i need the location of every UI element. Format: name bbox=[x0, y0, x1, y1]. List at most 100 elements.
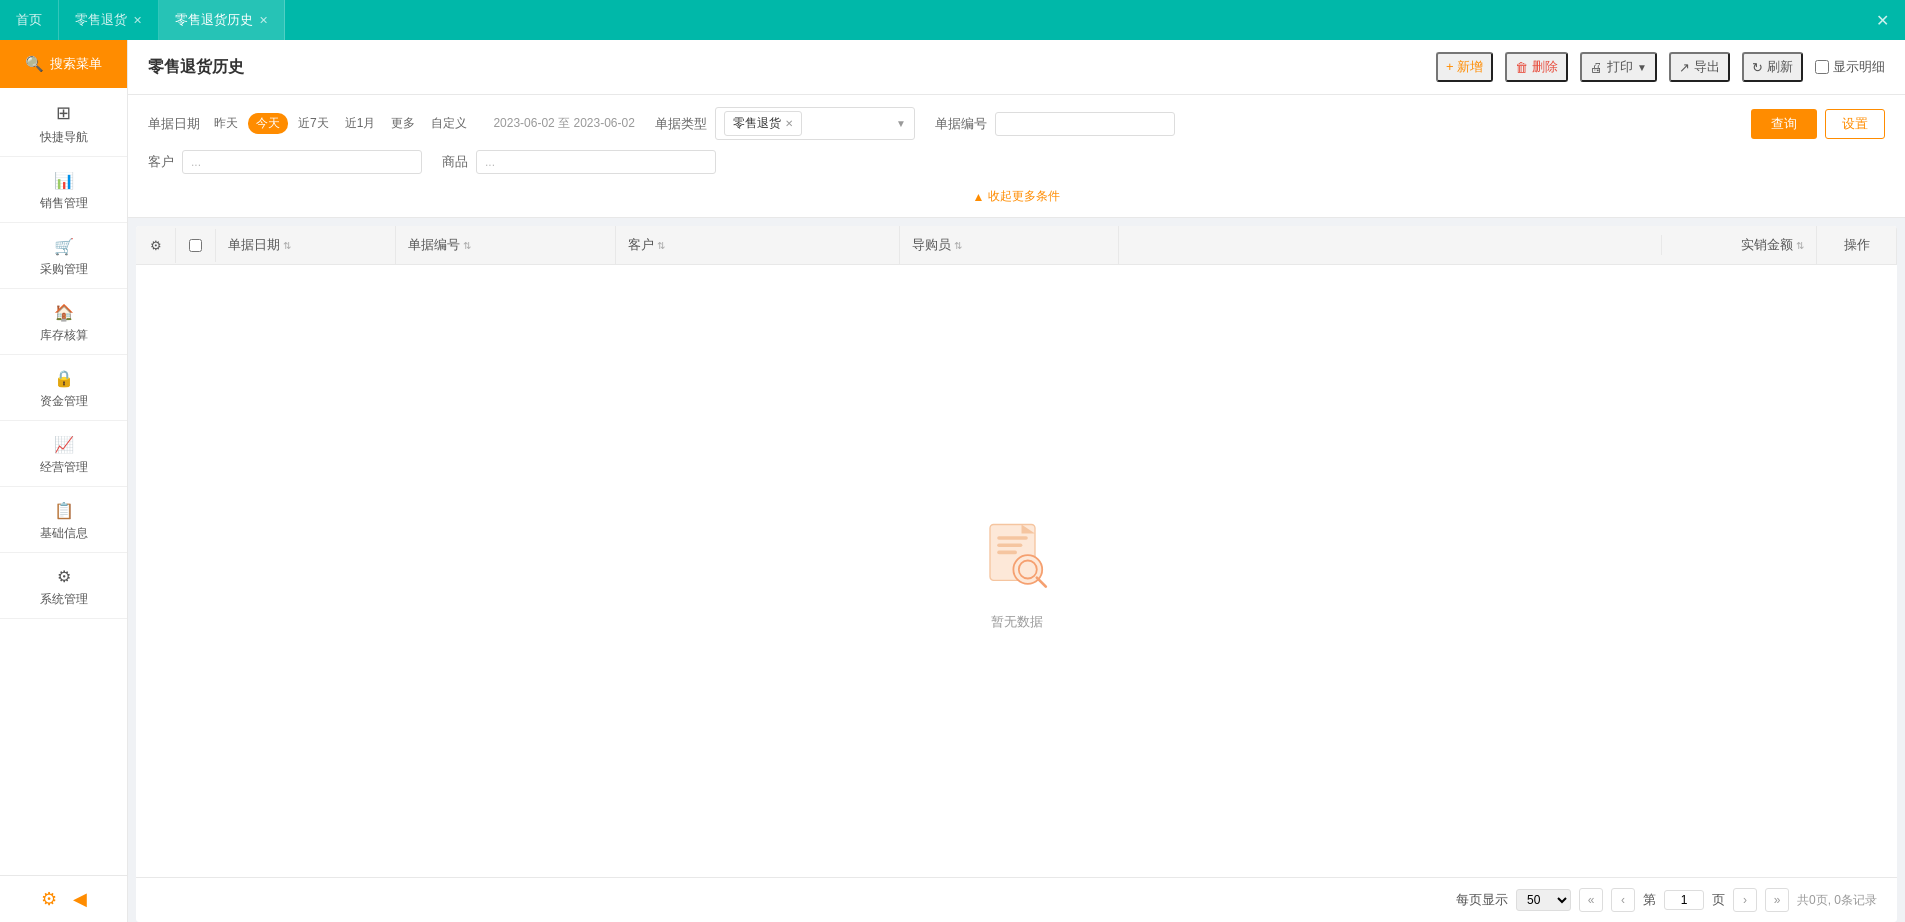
sidebar-search-label: 搜索菜单 bbox=[50, 55, 102, 73]
purchase-icon: 🛒 bbox=[54, 237, 74, 256]
header-actions: + 新增 🗑 删除 🖨 打印 ▼ ↗ 导出 ↻ 刷新 bbox=[1436, 52, 1885, 82]
th-number[interactable]: 单据编号 ⇅ bbox=[396, 226, 615, 264]
print-button[interactable]: 🖨 打印 ▼ bbox=[1580, 52, 1657, 82]
page-prefix: 第 bbox=[1643, 891, 1656, 909]
table-header: ⚙ 单据日期 ⇅ 单据编号 ⇅ 客户 ⇅ 导购员 bbox=[136, 226, 1897, 265]
th-action-label: 操作 bbox=[1844, 236, 1870, 254]
date-1month[interactable]: 近1月 bbox=[339, 113, 382, 134]
type-tag-value: 零售退货 bbox=[733, 115, 781, 132]
empty-illustration bbox=[972, 511, 1062, 601]
first-page-button[interactable]: « bbox=[1579, 888, 1603, 912]
page-title: 零售退货历史 bbox=[148, 57, 244, 78]
sidebar-item-quick-nav[interactable]: ⊞ 快捷导航 bbox=[0, 88, 127, 157]
svg-line-6 bbox=[1036, 578, 1045, 587]
setting-button[interactable]: 设置 bbox=[1825, 109, 1885, 139]
tab-return-history[interactable]: 零售退货历史 ✕ bbox=[159, 0, 285, 40]
system-icon: ⚙ bbox=[57, 567, 71, 586]
show-detail-label[interactable]: 显示明细 bbox=[1815, 58, 1885, 76]
next-page-button[interactable]: › bbox=[1733, 888, 1757, 912]
pagination-bar: 每页显示 50 10 20 100 « ‹ 第 页 › bbox=[136, 877, 1897, 922]
tab-return-label: 零售退货 bbox=[75, 11, 127, 29]
main-layout: 🔍 搜索菜单 ⊞ 快捷导航 📊 销售管理 🛒 采购管理 🏠 库存核算 🔒 资金管… bbox=[0, 40, 1905, 922]
tab-return-close[interactable]: ✕ bbox=[133, 14, 142, 27]
last-page-button[interactable]: » bbox=[1765, 888, 1789, 912]
tab-home[interactable]: 首页 bbox=[0, 0, 59, 40]
goods-filter-label: 商品 bbox=[442, 153, 468, 171]
prev-page-icon: ‹ bbox=[1621, 893, 1625, 907]
date-shortcuts: 昨天 今天 近7天 近1月 更多 自定义 bbox=[208, 113, 473, 134]
window-close-button[interactable]: ✕ bbox=[1860, 11, 1905, 30]
sidebar-collapse-icon[interactable]: ◀ bbox=[73, 888, 87, 910]
goods-filter-input[interactable] bbox=[476, 150, 716, 174]
operations-icon: 📈 bbox=[54, 435, 74, 454]
refresh-icon: ↻ bbox=[1752, 60, 1763, 75]
date-separator: 至 bbox=[558, 116, 573, 130]
show-detail-checkbox[interactable] bbox=[1815, 60, 1829, 74]
collapse-label: 收起更多条件 bbox=[988, 188, 1060, 205]
th-amount[interactable]: 实销金额 ⇅ bbox=[1662, 226, 1817, 264]
collapse-button[interactable]: ▲ 收起更多条件 bbox=[973, 188, 1061, 205]
tab-return[interactable]: 零售退货 ✕ bbox=[59, 0, 159, 40]
type-tag: 零售退货 ✕ bbox=[724, 111, 802, 136]
sidebar-item-inventory-label: 库存核算 bbox=[40, 327, 88, 344]
prev-page-button[interactable]: ‹ bbox=[1611, 888, 1635, 912]
sidebar-item-system[interactable]: ⚙ 系统管理 bbox=[0, 553, 127, 619]
th-settings[interactable]: ⚙ bbox=[136, 228, 176, 263]
page-number-input[interactable] bbox=[1664, 890, 1704, 910]
date-more[interactable]: 更多 bbox=[385, 113, 421, 134]
new-button[interactable]: + 新增 bbox=[1436, 52, 1493, 82]
th-checkbox[interactable] bbox=[176, 229, 216, 262]
sidebar-item-purchase[interactable]: 🛒 采购管理 bbox=[0, 223, 127, 289]
collapse-row: ▲ 收起更多条件 bbox=[148, 184, 1885, 205]
date-custom[interactable]: 自定义 bbox=[425, 113, 473, 134]
goods-filter: 商品 bbox=[442, 150, 716, 174]
search-icon: 🔍 bbox=[25, 55, 44, 73]
type-select-dropdown[interactable]: 零售退货 ✕ ▼ bbox=[715, 107, 915, 140]
th-guide-sort-icon: ⇅ bbox=[954, 240, 962, 251]
date-yesterday[interactable]: 昨天 bbox=[208, 113, 244, 134]
th-date-label: 单据日期 bbox=[228, 236, 280, 254]
th-guide[interactable]: 导购员 ⇅ bbox=[900, 226, 1119, 264]
inventory-icon: 🏠 bbox=[54, 303, 74, 322]
table-body: 暂无数据 bbox=[136, 265, 1897, 877]
date-range-text: 2023-06-02 至 2023-06-02 bbox=[493, 115, 634, 132]
per-page-select[interactable]: 50 10 20 100 bbox=[1516, 889, 1571, 911]
sidebar-item-finance[interactable]: 🔒 资金管理 bbox=[0, 355, 127, 421]
date-7days[interactable]: 近7天 bbox=[292, 113, 335, 134]
collapse-up-icon: ▲ bbox=[973, 190, 985, 204]
th-date[interactable]: 单据日期 ⇅ bbox=[216, 226, 396, 264]
number-filter: 单据编号 bbox=[935, 112, 1175, 136]
empty-state: 暂无数据 bbox=[972, 511, 1062, 631]
svg-rect-2 bbox=[997, 543, 1022, 547]
th-amount-sort-icon: ⇅ bbox=[1796, 240, 1804, 251]
sidebar-search[interactable]: 🔍 搜索菜单 bbox=[0, 40, 127, 88]
th-customer-label: 客户 bbox=[628, 236, 654, 254]
export-icon: ↗ bbox=[1679, 60, 1690, 75]
sidebar-settings-icon[interactable]: ⚙ bbox=[41, 888, 57, 910]
query-button[interactable]: 查询 bbox=[1751, 109, 1817, 139]
type-tag-remove[interactable]: ✕ bbox=[785, 118, 793, 129]
customer-filter-input[interactable] bbox=[182, 150, 422, 174]
refresh-label: 刷新 bbox=[1767, 58, 1793, 76]
print-arrow-icon: ▼ bbox=[1637, 62, 1647, 73]
tab-return-history-close[interactable]: ✕ bbox=[259, 14, 268, 27]
sidebar-item-inventory[interactable]: 🏠 库存核算 bbox=[0, 289, 127, 355]
th-customer[interactable]: 客户 ⇅ bbox=[616, 226, 900, 264]
sidebar-item-operations[interactable]: 📈 经营管理 bbox=[0, 421, 127, 487]
top-bar: 首页 零售退货 ✕ 零售退货历史 ✕ ✕ bbox=[0, 0, 1905, 40]
date-today[interactable]: 今天 bbox=[248, 113, 288, 134]
sidebar-item-sales[interactable]: 📊 销售管理 bbox=[0, 157, 127, 223]
basic-icon: 📋 bbox=[54, 501, 74, 520]
sidebar-item-basic[interactable]: 📋 基础信息 bbox=[0, 487, 127, 553]
query-actions: 查询 设置 bbox=[1751, 109, 1885, 139]
select-all-checkbox[interactable] bbox=[189, 239, 202, 252]
delete-button[interactable]: 🗑 删除 bbox=[1505, 52, 1568, 82]
sidebar-item-basic-label: 基础信息 bbox=[40, 525, 88, 542]
export-button[interactable]: ↗ 导出 bbox=[1669, 52, 1730, 82]
content-area: 零售退货历史 + 新增 🗑 删除 🖨 打印 ▼ ↗ 导出 bbox=[128, 40, 1905, 922]
export-label: 导出 bbox=[1694, 58, 1720, 76]
number-filter-label: 单据编号 bbox=[935, 115, 987, 133]
total-info: 共0页, 0条记录 bbox=[1797, 892, 1877, 909]
number-filter-input[interactable] bbox=[995, 112, 1175, 136]
refresh-button[interactable]: ↻ 刷新 bbox=[1742, 52, 1803, 82]
